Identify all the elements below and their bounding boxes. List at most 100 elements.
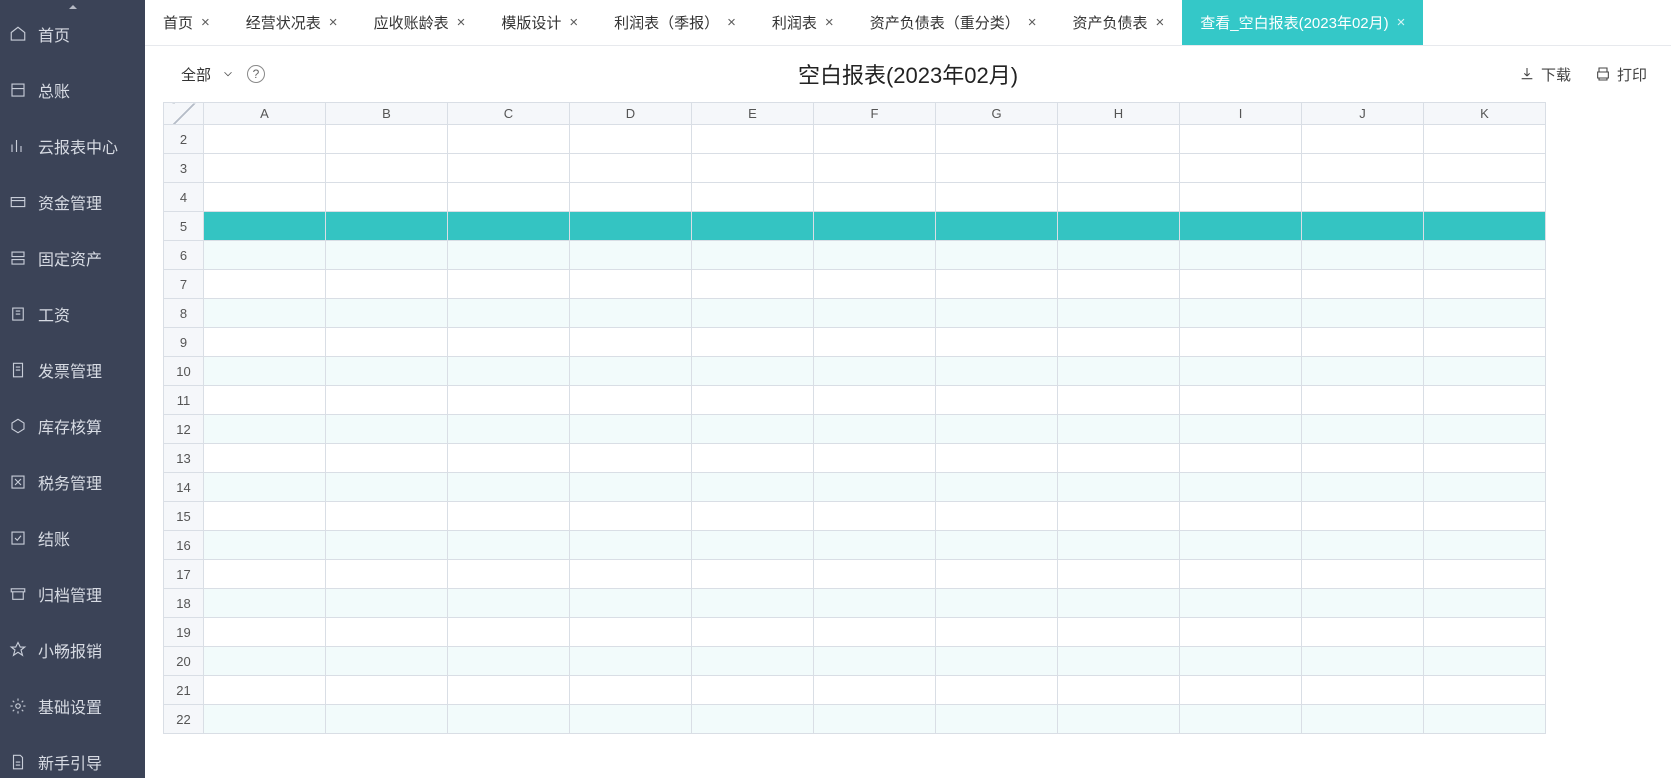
- cell[interactable]: [1302, 415, 1424, 444]
- cell[interactable]: [1058, 618, 1180, 647]
- cell[interactable]: [448, 676, 570, 705]
- cell[interactable]: [1058, 125, 1180, 154]
- cell[interactable]: [1180, 473, 1302, 502]
- cell[interactable]: [204, 473, 326, 502]
- cell[interactable]: [1302, 386, 1424, 415]
- cell[interactable]: [936, 299, 1058, 328]
- cell[interactable]: [448, 502, 570, 531]
- cell[interactable]: [936, 502, 1058, 531]
- cell[interactable]: [1302, 154, 1424, 183]
- cell[interactable]: [1302, 502, 1424, 531]
- cell[interactable]: [1180, 357, 1302, 386]
- cell[interactable]: [326, 589, 448, 618]
- cell[interactable]: [326, 705, 448, 734]
- cell[interactable]: [204, 676, 326, 705]
- cell[interactable]: [1424, 415, 1546, 444]
- cell[interactable]: [1424, 647, 1546, 676]
- cell[interactable]: [814, 154, 936, 183]
- row-header[interactable]: 5: [164, 212, 204, 241]
- close-icon[interactable]: ×: [1028, 15, 1037, 30]
- cell[interactable]: [1424, 705, 1546, 734]
- cell[interactable]: [326, 676, 448, 705]
- cell[interactable]: [1424, 676, 1546, 705]
- print-button[interactable]: 打印: [1595, 64, 1647, 85]
- cell[interactable]: [1058, 154, 1180, 183]
- cell[interactable]: [204, 328, 326, 357]
- cell[interactable]: [692, 357, 814, 386]
- cell[interactable]: [1302, 531, 1424, 560]
- sidebar-item-close[interactable]: 结账: [0, 510, 145, 566]
- cell[interactable]: [1180, 212, 1302, 241]
- cell[interactable]: [204, 531, 326, 560]
- cell[interactable]: [1180, 444, 1302, 473]
- cell[interactable]: [814, 676, 936, 705]
- row-header[interactable]: 10: [164, 357, 204, 386]
- cell[interactable]: [448, 531, 570, 560]
- cell[interactable]: [326, 386, 448, 415]
- cell[interactable]: [814, 357, 936, 386]
- sheet-corner[interactable]: [164, 103, 204, 125]
- cell[interactable]: [326, 415, 448, 444]
- cell[interactable]: [814, 560, 936, 589]
- cell[interactable]: [570, 444, 692, 473]
- filter-dropdown[interactable]: 全部: [181, 64, 235, 85]
- cell[interactable]: [814, 328, 936, 357]
- cell[interactable]: [1058, 473, 1180, 502]
- cell[interactable]: [1302, 589, 1424, 618]
- cell[interactable]: [570, 241, 692, 270]
- cell[interactable]: [204, 618, 326, 647]
- cell[interactable]: [1180, 154, 1302, 183]
- cell[interactable]: [1424, 212, 1546, 241]
- cell[interactable]: [814, 502, 936, 531]
- cell[interactable]: [1180, 560, 1302, 589]
- cell[interactable]: [1302, 473, 1424, 502]
- cell[interactable]: [814, 125, 936, 154]
- cell[interactable]: [326, 502, 448, 531]
- cell[interactable]: [448, 473, 570, 502]
- cell[interactable]: [1302, 241, 1424, 270]
- row-header[interactable]: 19: [164, 618, 204, 647]
- cell[interactable]: [936, 183, 1058, 212]
- sidebar-item-tax[interactable]: 税务管理: [0, 454, 145, 510]
- tab[interactable]: 利润表（季报）×: [596, 0, 754, 45]
- row-header[interactable]: 20: [164, 647, 204, 676]
- row-header[interactable]: 16: [164, 531, 204, 560]
- cell[interactable]: [570, 705, 692, 734]
- cell[interactable]: [204, 183, 326, 212]
- cell[interactable]: [936, 125, 1058, 154]
- cell[interactable]: [570, 618, 692, 647]
- cell[interactable]: [692, 415, 814, 444]
- cell[interactable]: [448, 357, 570, 386]
- cell[interactable]: [1058, 270, 1180, 299]
- cell[interactable]: [936, 415, 1058, 444]
- cell[interactable]: [1302, 299, 1424, 328]
- cell[interactable]: [1302, 270, 1424, 299]
- column-header[interactable]: A: [204, 103, 326, 125]
- cell[interactable]: [448, 299, 570, 328]
- cell[interactable]: [1058, 444, 1180, 473]
- cell[interactable]: [570, 328, 692, 357]
- cell[interactable]: [570, 154, 692, 183]
- cell[interactable]: [936, 560, 1058, 589]
- sidebar-item-ledger[interactable]: 总账: [0, 62, 145, 118]
- cell[interactable]: [692, 531, 814, 560]
- cell[interactable]: [448, 705, 570, 734]
- column-header[interactable]: I: [1180, 103, 1302, 125]
- cell[interactable]: [204, 212, 326, 241]
- cell[interactable]: [1302, 618, 1424, 647]
- row-header[interactable]: 15: [164, 502, 204, 531]
- cell[interactable]: [1302, 183, 1424, 212]
- cell[interactable]: [1058, 357, 1180, 386]
- cell[interactable]: [814, 386, 936, 415]
- tab[interactable]: 应收账龄表×: [356, 0, 484, 45]
- cell[interactable]: [204, 125, 326, 154]
- cell[interactable]: [1180, 299, 1302, 328]
- sidebar-item-settings[interactable]: 基础设置: [0, 678, 145, 734]
- row-header[interactable]: 4: [164, 183, 204, 212]
- cell[interactable]: [936, 154, 1058, 183]
- column-header[interactable]: E: [692, 103, 814, 125]
- cell[interactable]: [692, 589, 814, 618]
- cell[interactable]: [936, 241, 1058, 270]
- cell[interactable]: [1424, 531, 1546, 560]
- cell[interactable]: [1058, 502, 1180, 531]
